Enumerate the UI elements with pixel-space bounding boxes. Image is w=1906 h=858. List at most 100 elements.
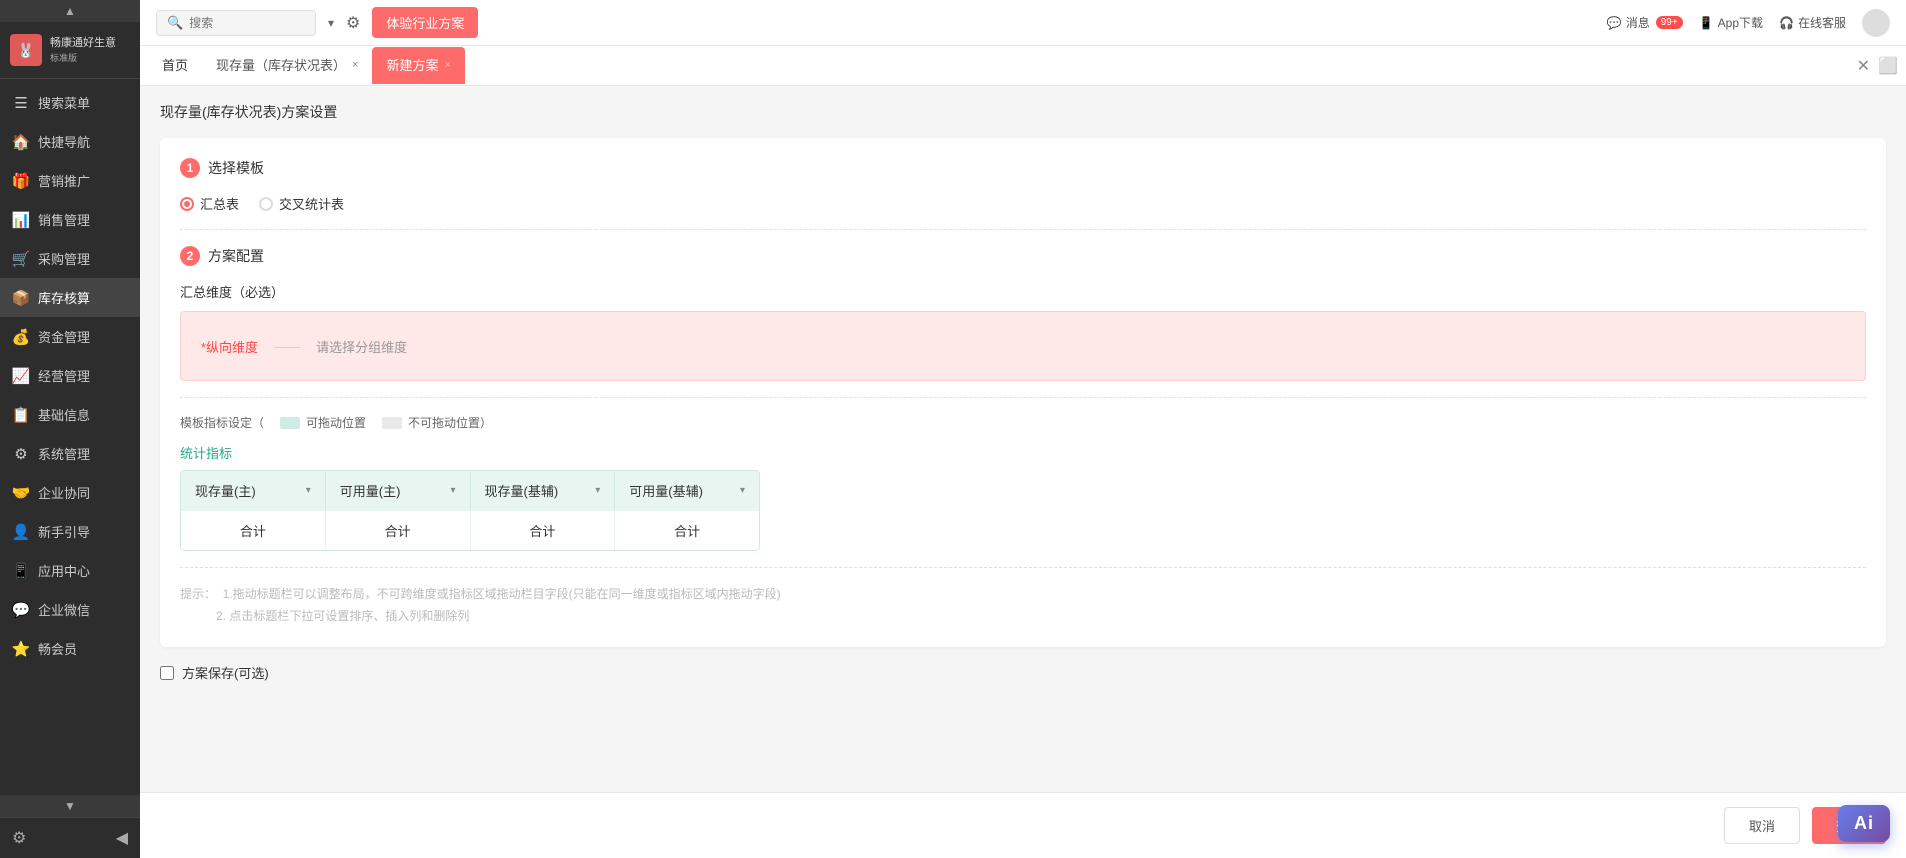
sidebar-item-label-search-menu: 搜索菜单	[38, 93, 90, 112]
sidebar-item-label-finance: 资金管理	[38, 327, 90, 346]
sidebar-item-purchase[interactable]: 🛒 采购管理	[0, 239, 140, 278]
save-section: 方案保存(可选)	[160, 663, 1886, 682]
sidebar-item-marketing[interactable]: 🎁 营销推广	[0, 161, 140, 200]
header-cell-col3[interactable]: 现存量(基辅)▾	[471, 471, 616, 510]
sidebar-item-operations[interactable]: 📈 经营管理	[0, 356, 140, 395]
tab-new-plan-close[interactable]: ×	[444, 59, 450, 71]
tip-prefix: 提示： 1.拖动标题栏可以调整布局，不可跨维度或指标区域拖动栏目字段(只能在同一…	[180, 584, 1866, 606]
online-service-button[interactable]: 🎧 在线客服	[1779, 14, 1846, 31]
dimension-line: ——	[274, 339, 300, 354]
sidebar: ▲ 🐰 畅康通好生意 标准版 ☰ 搜索菜单 🏠 快捷导航 🎁 营销推广 📊 销售…	[0, 0, 140, 858]
chevron-col4: ▾	[740, 485, 745, 496]
radio-cross-circle	[259, 197, 273, 211]
step1-header: 1 选择模板	[180, 158, 1866, 178]
tabs-bar: 首页 现存量（库存状况表） × 新建方案 × ✕ ⬜	[140, 46, 1906, 86]
sidebar-item-label-purchase: 采购管理	[38, 249, 90, 268]
enterprise-icon: 🤝	[12, 484, 30, 502]
sidebar-item-system[interactable]: ⚙ 系统管理	[0, 434, 140, 473]
search-icon: 🔍	[167, 15, 183, 31]
messages-button[interactable]: 💬 消息 99+	[1607, 14, 1683, 31]
tab-inventory-status[interactable]: 现存量（库存状况表） ×	[202, 47, 372, 84]
chevron-col2: ▾	[450, 485, 455, 496]
search-input[interactable]	[189, 16, 289, 30]
topbar-right: 💬 消息 99+ 📱 App下载 🎧 在线客服	[1607, 9, 1890, 37]
logo-name: 畅康通好生意	[50, 36, 116, 50]
sidebar-item-label-wechat: 企业微信	[38, 600, 90, 619]
statistics-label: 统计指标	[180, 443, 1866, 462]
close-panel-icon[interactable]: ✕	[1857, 56, 1870, 76]
app-icon: 📱	[1699, 16, 1714, 30]
table-row: 合计合计合计合计	[181, 510, 759, 550]
chevron-col1: ▾	[306, 485, 311, 496]
save-checkbox[interactable]	[160, 666, 174, 680]
radio-summary-label: 汇总表	[200, 194, 239, 213]
radio-summary[interactable]: 汇总表	[180, 194, 239, 213]
settings-icon[interactable]: ⚙	[12, 828, 26, 848]
topbar-dropdown[interactable]: ▾	[328, 16, 334, 30]
sidebar-item-label-marketing: 营销推广	[38, 171, 90, 190]
inventory-icon: 📦	[12, 289, 30, 307]
sidebar-item-inventory[interactable]: 📦 库存核算	[0, 278, 140, 317]
indicator-divider	[180, 397, 1866, 398]
legend-non-draggable: 不可拖动位置）	[382, 414, 492, 431]
bottom-bar: 取消 查询	[140, 792, 1906, 858]
radio-cross[interactable]: 交叉统计表	[259, 194, 344, 213]
tip2: 2. 点击标题栏下拉可设置排序、插入列和删除列	[180, 606, 1866, 628]
sidebar-item-label-operations: 经营管理	[38, 366, 90, 385]
data-cell-col1: 合计	[181, 511, 326, 550]
tab-new-plan-label: 新建方案	[386, 55, 438, 74]
tab-inventory-close[interactable]: ×	[352, 59, 358, 71]
radio-summary-circle	[180, 197, 194, 211]
header-cell-col1[interactable]: 现存量(主)▾	[181, 471, 326, 510]
sidebar-item-app-center[interactable]: 📱 应用中心	[0, 551, 140, 590]
sidebar-item-finance[interactable]: 💰 资金管理	[0, 317, 140, 356]
finance-icon: 💰	[12, 328, 30, 346]
sidebar-item-basic-info[interactable]: 📋 基础信息	[0, 395, 140, 434]
sidebar-item-label-guide: 新手引导	[38, 522, 90, 541]
tab-new-plan[interactable]: 新建方案 ×	[372, 47, 464, 84]
chevron-down-icon: ▾	[328, 16, 334, 30]
cancel-button[interactable]: 取消	[1724, 807, 1800, 844]
sidebar-item-label-quick-nav: 快捷导航	[38, 132, 90, 151]
sidebar-scroll-up[interactable]: ▲	[0, 0, 140, 22]
user-avatar[interactable]	[1862, 9, 1890, 37]
tab-inventory-label: 现存量（库存状况表）	[216, 55, 346, 74]
header-cell-col4[interactable]: 可用量(基辅)▾	[615, 471, 759, 510]
sidebar-item-guide[interactable]: 👤 新手引导	[0, 512, 140, 551]
search-menu-icon: ☰	[12, 94, 30, 112]
collapse-icon[interactable]: ◀	[116, 828, 128, 848]
sidebar-item-label-app-center: 应用中心	[38, 561, 90, 580]
operations-icon: 📈	[12, 367, 30, 385]
ai-badge[interactable]: Ai	[1838, 805, 1890, 842]
trial-button[interactable]: 体验行业方案	[372, 7, 478, 38]
gear-icon[interactable]: ⚙	[346, 13, 360, 33]
service-icon: 🎧	[1779, 16, 1794, 30]
dimension-field-label: *纵向维度	[201, 337, 258, 356]
step-divider	[180, 229, 1866, 230]
sidebar-nav: ☰ 搜索菜单 🏠 快捷导航 🎁 营销推广 📊 销售管理 🛒 采购管理 📦 库存核…	[0, 79, 140, 795]
indicator-settings: 模板指标设定（ 可拖动位置 不可拖动位置） 统计指标 现存量(主)▾可用量(主)…	[180, 414, 1866, 551]
sidebar-item-wechat[interactable]: 💬 企业微信	[0, 590, 140, 629]
maximize-icon[interactable]: ⬜	[1878, 56, 1898, 76]
header-cell-col2[interactable]: 可用量(主) ▾	[326, 471, 471, 510]
sidebar-item-enterprise[interactable]: 🤝 企业协同	[0, 473, 140, 512]
chevron-col3: ▾	[595, 485, 600, 496]
marketing-icon: 🎁	[12, 172, 30, 190]
save-label: 方案保存(可选)	[182, 663, 269, 682]
header-label-col2: 可用量(主)	[340, 481, 401, 500]
statistics-table: 现存量(主)▾可用量(主)▾现存量(基辅)▾可用量(基辅)▾ 合计合计合计合计	[180, 470, 760, 551]
sidebar-item-sales[interactable]: 📊 销售管理	[0, 200, 140, 239]
message-icon: 💬	[1607, 16, 1622, 30]
purchase-icon: 🛒	[12, 250, 30, 268]
app-download-button[interactable]: 📱 App下载	[1699, 14, 1763, 31]
search-box[interactable]: 🔍	[156, 10, 316, 36]
wechat-icon: 💬	[12, 601, 30, 619]
topbar: 🔍 ▾ ⚙ 体验行业方案 💬 消息 99+ 📱 App下载 🎧 在线客服	[140, 0, 1906, 46]
sidebar-scroll-down[interactable]: ▼	[0, 795, 140, 817]
sidebar-item-member[interactable]: ⭐ 畅会员	[0, 629, 140, 668]
page-content: 现存量(库存状况表)方案设置 1 选择模板 汇总表 交叉统计表 2	[140, 86, 1906, 792]
data-cell-col4: 合计	[615, 511, 759, 550]
sidebar-item-search-menu[interactable]: ☰ 搜索菜单	[0, 83, 140, 122]
sidebar-item-quick-nav[interactable]: 🏠 快捷导航	[0, 122, 140, 161]
tab-home[interactable]: 首页	[148, 47, 202, 84]
